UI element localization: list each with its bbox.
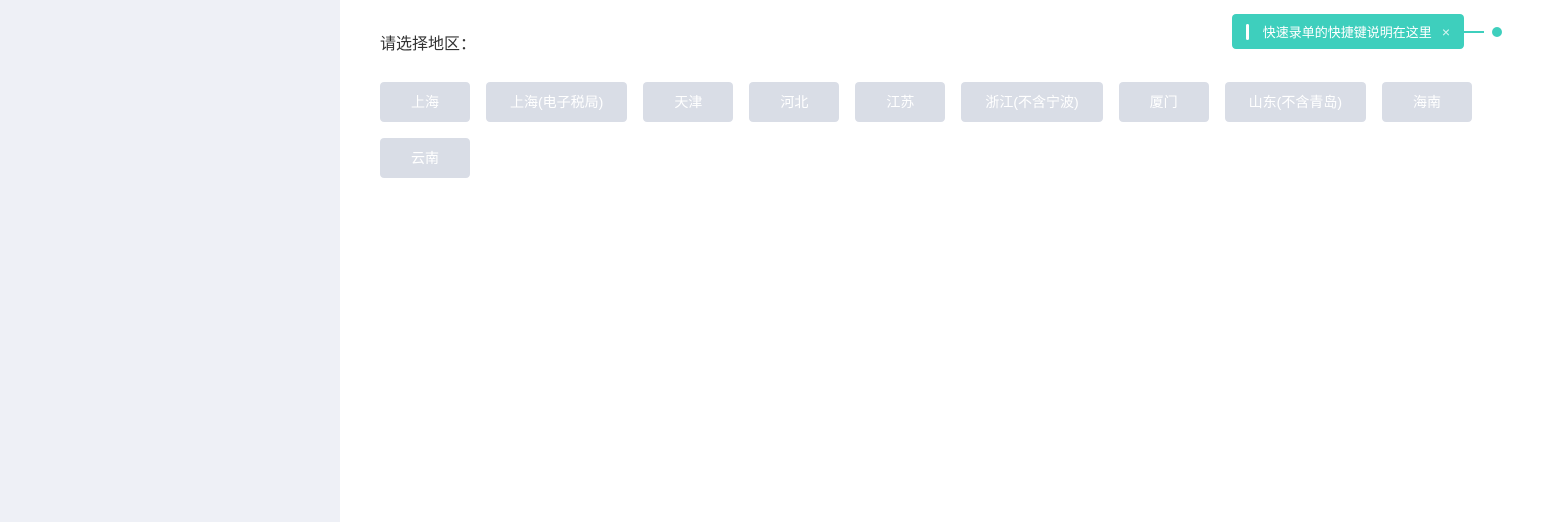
tooltip-text: 快速录单的快捷键说明在这里 xyxy=(1263,22,1432,41)
tooltip-left-bar xyxy=(1246,24,1249,40)
region-buttons: 上海上海(电子税局) 天津河北江苏浙江(不含宁波) 厦门山东(不含青岛) 海南云南 xyxy=(380,82,1522,178)
region-button-7[interactable]: 山东(不含青岛) xyxy=(1225,82,1366,122)
region-button-9[interactable]: 云南 xyxy=(380,138,470,178)
region-button-8[interactable]: 海南 xyxy=(1382,82,1472,122)
tooltip-connector xyxy=(1464,31,1484,33)
tooltip-close-button[interactable]: × xyxy=(1442,24,1450,40)
region-button-4[interactable]: 江苏 xyxy=(855,82,945,122)
region-button-5[interactable]: 浙江(不含宁波) xyxy=(961,82,1102,122)
sidebar xyxy=(0,0,340,522)
tooltip-popup: 快速录单的快捷键说明在这里 × xyxy=(1232,14,1502,49)
tooltip-box: 快速录单的快捷键说明在这里 × xyxy=(1232,14,1464,49)
main-content: 请选择地区： 上海上海(电子税局)天津河北江苏浙江(不含宁波)厦门山东(不含青岛… xyxy=(340,0,1562,522)
region-button-0[interactable]: 上海 xyxy=(380,82,470,122)
region-button-6[interactable]: 厦门 xyxy=(1119,82,1209,122)
region-button-2[interactable]: 天津 xyxy=(643,82,733,122)
region-button-3[interactable]: 河北 xyxy=(749,82,839,122)
region-button-1[interactable]: 上海(电子税局) xyxy=(486,82,627,122)
tooltip-dot xyxy=(1492,27,1502,37)
